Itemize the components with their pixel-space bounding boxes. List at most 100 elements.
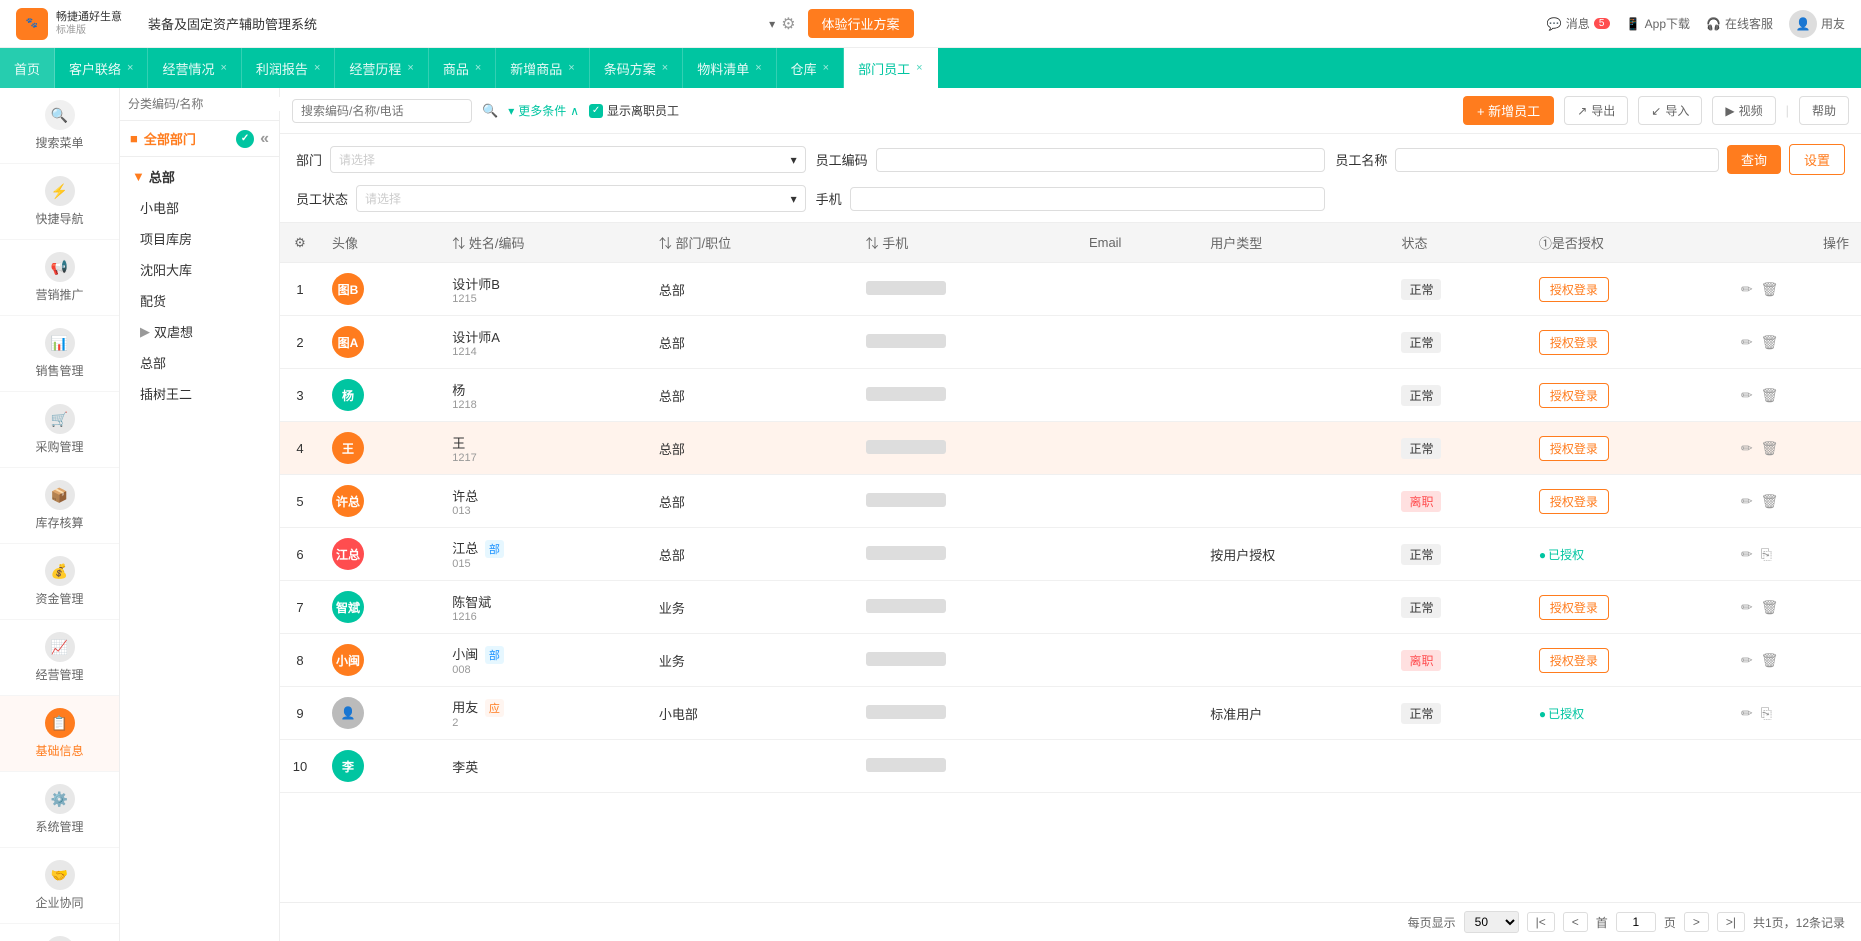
- auth-btn[interactable]: 授权登录: [1539, 436, 1609, 461]
- sidebar-item-shortcut[interactable]: ⚡ 快捷导航: [0, 164, 119, 240]
- tree-item-chashuwang[interactable]: 插树王二: [120, 378, 279, 409]
- import-btn[interactable]: ↙ 导入: [1638, 96, 1702, 125]
- tab-warehouse[interactable]: 仓库 ×: [777, 48, 844, 88]
- col-phone[interactable]: ⇅ 手机: [854, 223, 1077, 263]
- sidebar-item-sales[interactable]: 📊 销售管理: [0, 316, 119, 392]
- tree-item-headquarter[interactable]: 总部: [120, 347, 279, 378]
- tree-item-shenyang[interactable]: 沈阳大库: [120, 254, 279, 285]
- close-icon[interactable]: ×: [475, 62, 481, 74]
- edit-icon[interactable]: ✏: [1741, 599, 1753, 616]
- copy-icon[interactable]: ⎘: [1761, 705, 1772, 722]
- edit-icon[interactable]: ✏: [1741, 493, 1753, 510]
- close-icon[interactable]: ×: [127, 62, 133, 74]
- resigned-checkbox[interactable]: ✓: [589, 104, 603, 118]
- close-icon[interactable]: ×: [755, 62, 761, 74]
- sidebar-item-coop[interactable]: 🤝 企业协同: [0, 848, 119, 924]
- page-number-input[interactable]: [1616, 912, 1656, 932]
- auth-btn[interactable]: 授权登录: [1539, 648, 1609, 673]
- col-name[interactable]: ⇅ 姓名/编码: [440, 223, 647, 263]
- edit-icon[interactable]: ✏: [1741, 281, 1753, 298]
- search-input[interactable]: [292, 99, 472, 123]
- close-icon[interactable]: ×: [568, 62, 574, 74]
- video-btn[interactable]: ▶ 视频: [1712, 96, 1775, 125]
- delete-icon[interactable]: 🗑: [1761, 652, 1779, 669]
- more-conditions-btn[interactable]: ▾ 更多条件 ∧: [508, 102, 579, 119]
- tab-barcode[interactable]: 条码方案 ×: [590, 48, 683, 88]
- prev-page-btn[interactable]: <: [1563, 912, 1588, 932]
- col-settings[interactable]: ⚙: [280, 223, 320, 263]
- tab-new-goods[interactable]: 新增商品 ×: [496, 48, 589, 88]
- emp-name-input[interactable]: [1395, 148, 1719, 172]
- copy-icon[interactable]: ⎘: [1761, 546, 1772, 563]
- edit-icon[interactable]: ✏: [1741, 440, 1753, 457]
- online-service-btn[interactable]: 🎧 在线客服: [1706, 15, 1773, 32]
- delete-icon[interactable]: 🗑: [1761, 334, 1779, 351]
- search-btn[interactable]: 🔍: [482, 103, 498, 119]
- sidebar-item-marketing[interactable]: 📢 营销推广: [0, 240, 119, 316]
- sidebar-item-search[interactable]: 🔍 搜索菜单: [0, 88, 119, 164]
- app-download-btn[interactable]: 📱 App下载: [1626, 15, 1690, 32]
- tab-operation[interactable]: 经营情况 ×: [148, 48, 241, 88]
- sidebar-item-basic[interactable]: 📋 基础信息: [0, 696, 119, 772]
- auth-btn[interactable]: 授权登录: [1539, 277, 1609, 302]
- tree-item-small-elec[interactable]: 小电部: [120, 192, 279, 223]
- show-resigned-toggle[interactable]: ✓ 显示离职员工: [589, 102, 679, 119]
- tab-home[interactable]: 首页: [0, 48, 55, 88]
- settings-icon[interactable]: ⚙: [781, 14, 795, 34]
- edit-icon[interactable]: ✏: [1741, 387, 1753, 404]
- phone-input[interactable]: [850, 187, 1326, 211]
- tab-customer[interactable]: 客户联络 ×: [55, 48, 148, 88]
- tab-profit[interactable]: 利润报告 ×: [242, 48, 335, 88]
- export-btn[interactable]: ↗ 导出: [1564, 96, 1628, 125]
- tab-employee[interactable]: 部门员工 ×: [844, 48, 937, 88]
- tree-search-input[interactable]: [128, 97, 283, 111]
- delete-icon[interactable]: 🗑: [1761, 493, 1779, 510]
- delete-icon[interactable]: 🗑: [1761, 599, 1779, 616]
- delete-icon[interactable]: 🗑: [1761, 387, 1779, 404]
- close-icon[interactable]: ×: [220, 62, 226, 74]
- close-icon[interactable]: ×: [823, 62, 829, 74]
- last-page-btn[interactable]: >|: [1717, 912, 1745, 932]
- first-page-btn[interactable]: |<: [1527, 912, 1555, 932]
- sidebar-item-purchase[interactable]: 🛒 采购管理: [0, 392, 119, 468]
- tree-collapse-btn[interactable]: «: [260, 130, 269, 148]
- sidebar-item-system[interactable]: ⚙️ 系统管理: [0, 772, 119, 848]
- tree-item-distribution[interactable]: 配货: [120, 285, 279, 316]
- page-size-select[interactable]: 50 100 200: [1464, 911, 1519, 933]
- tree-item-headquarter-group[interactable]: ▼ 总部: [120, 161, 279, 192]
- next-page-btn[interactable]: >: [1684, 912, 1709, 932]
- edit-icon[interactable]: ✏: [1741, 546, 1753, 563]
- message-btn[interactable]: 💬 消息 5: [1547, 15, 1610, 32]
- help-btn[interactable]: 帮助: [1799, 96, 1849, 125]
- auth-btn[interactable]: 授权登录: [1539, 595, 1609, 620]
- user-area[interactable]: 👤 用友: [1789, 10, 1845, 38]
- auth-btn[interactable]: 授权登录: [1539, 383, 1609, 408]
- sidebar-item-management[interactable]: 📈 经营管理: [0, 620, 119, 696]
- edit-icon[interactable]: ✏: [1741, 334, 1753, 351]
- emp-code-input[interactable]: [876, 148, 1326, 172]
- query-btn[interactable]: 查询: [1727, 145, 1781, 174]
- tab-bom[interactable]: 物料清单 ×: [683, 48, 776, 88]
- close-icon[interactable]: ×: [916, 62, 922, 74]
- edit-icon[interactable]: ✏: [1741, 705, 1753, 722]
- sidebar-item-guide[interactable]: 📖 新手引导: [0, 924, 119, 941]
- status-select[interactable]: 请选择 ▾: [356, 185, 806, 212]
- auth-btn[interactable]: 授权登录: [1539, 330, 1609, 355]
- set-btn[interactable]: 设置: [1789, 144, 1845, 175]
- edit-icon[interactable]: ✏: [1741, 652, 1753, 669]
- delete-icon[interactable]: 🗑: [1761, 281, 1779, 298]
- close-icon[interactable]: ×: [314, 62, 320, 74]
- sidebar-item-inventory[interactable]: 📦 库存核算: [0, 468, 119, 544]
- add-employee-btn[interactable]: + 新增员工: [1463, 96, 1554, 125]
- delete-icon[interactable]: 🗑: [1761, 440, 1779, 457]
- tree-item-double[interactable]: ▶ 双虐想: [120, 316, 279, 347]
- tab-history[interactable]: 经营历程 ×: [335, 48, 428, 88]
- experience-btn[interactable]: 体验行业方案: [808, 9, 914, 38]
- sidebar-item-finance[interactable]: 💰 资金管理: [0, 544, 119, 620]
- close-icon[interactable]: ×: [407, 62, 413, 74]
- col-dept[interactable]: ⇅ 部门/职位: [647, 223, 854, 263]
- auth-btn[interactable]: 授权登录: [1539, 489, 1609, 514]
- close-icon[interactable]: ×: [662, 62, 668, 74]
- tree-item-project[interactable]: 项目库房: [120, 223, 279, 254]
- dept-select[interactable]: 请选择 ▾: [330, 146, 806, 173]
